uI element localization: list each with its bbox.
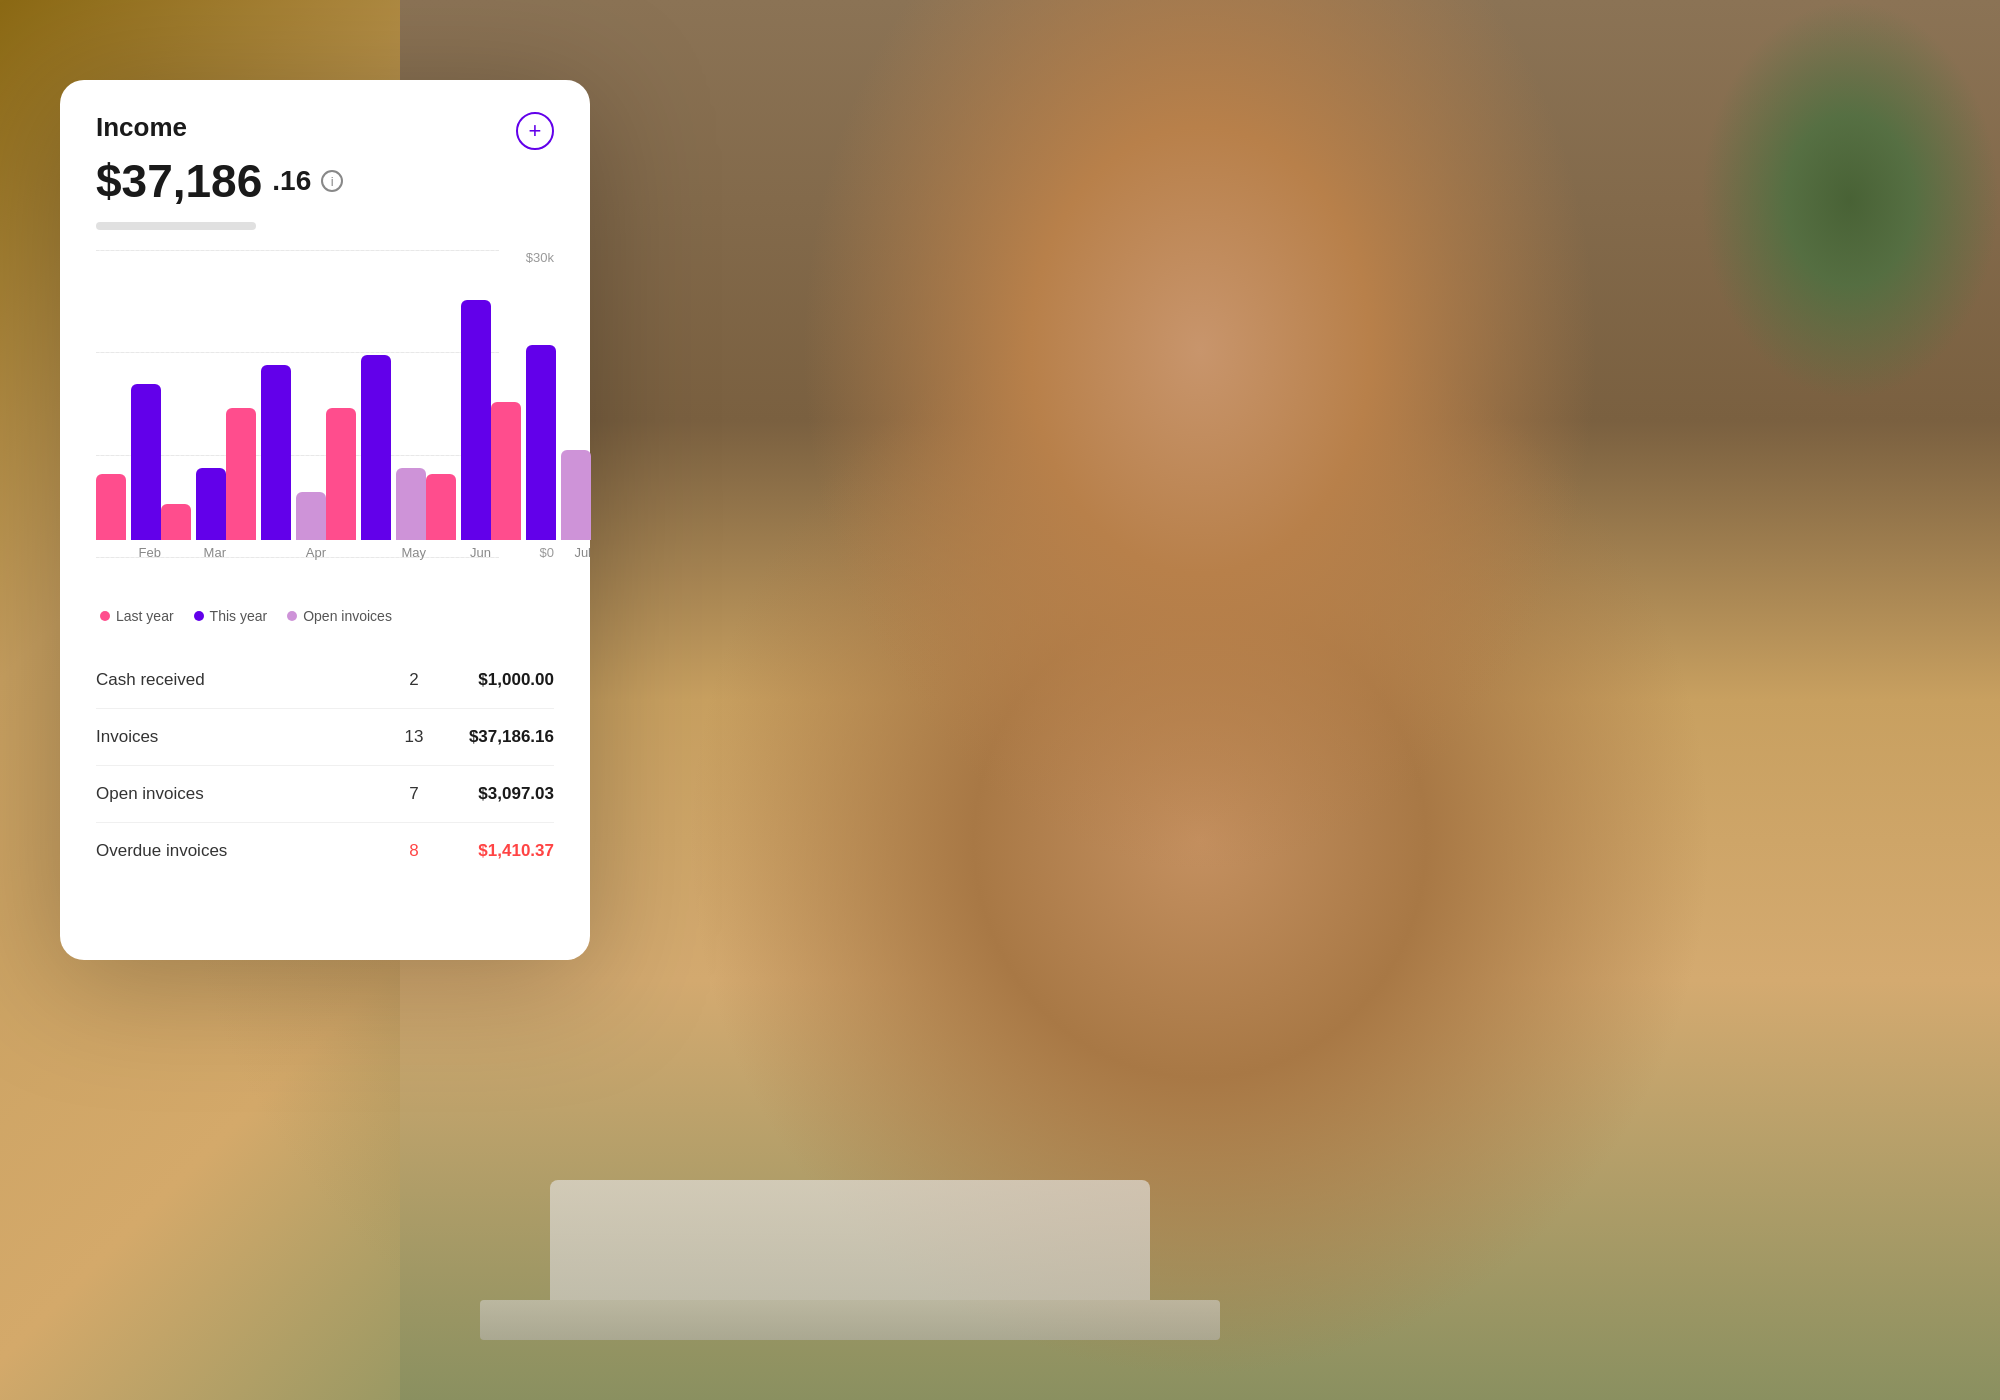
summary-count-overdue: 8 [394, 841, 434, 861]
bar-group-apr: Apr [226, 365, 326, 560]
bar-may-this-year [361, 355, 391, 540]
laptop-base [480, 1300, 1220, 1340]
summary-table: Cash received 2 $1,000.00 Invoices 13 $3… [96, 652, 554, 879]
legend-this-year: This year [194, 608, 268, 624]
card-header: Income + [96, 112, 554, 150]
bars-row: Feb Mar [96, 250, 499, 560]
summary-row-cash[interactable]: Cash received 2 $1,000.00 [96, 652, 554, 709]
x-label-feb: Feb [139, 545, 161, 560]
summary-row-overdue[interactable]: Overdue invoices 8 $1,410.37 [96, 823, 554, 879]
bar-pair-may [326, 355, 426, 540]
bar-mar-this-year [196, 468, 226, 540]
bar-apr-this-year [261, 365, 291, 540]
legend-dot-open-invoices [287, 611, 297, 621]
bar-group-jul: Jul [491, 345, 591, 560]
filter-bar[interactable] [96, 222, 256, 230]
legend-dot-this-year [194, 611, 204, 621]
amount-cents: .16 [272, 167, 311, 195]
bar-mar-last-year [161, 504, 191, 540]
bar-group-feb: Feb [96, 384, 161, 560]
legend-last-year: Last year [100, 608, 174, 624]
bar-group-jun: Jun [426, 300, 491, 560]
legend-label-this-year: This year [210, 608, 268, 624]
legend-dot-last-year [100, 611, 110, 621]
summary-row-invoices[interactable]: Invoices 13 $37,186.16 [96, 709, 554, 766]
bar-group-mar: Mar [161, 468, 226, 560]
summary-amount-invoices: $37,186.16 [434, 727, 554, 747]
bar-pair-feb [96, 384, 161, 540]
summary-label-overdue: Overdue invoices [96, 841, 394, 861]
summary-count-cash: 2 [394, 670, 434, 690]
x-label-may: May [401, 545, 426, 560]
summary-label-cash: Cash received [96, 670, 394, 690]
chart-legend: Last year This year Open invoices [96, 608, 554, 624]
legend-label-open-invoices: Open invoices [303, 608, 392, 624]
bar-feb-last-year [96, 474, 126, 540]
bar-jul-last-year [491, 402, 521, 540]
card-title: Income [96, 112, 187, 143]
legend-label-last-year: Last year [116, 608, 174, 624]
laptop-screen [550, 1180, 1150, 1300]
bar-apr-last-year [226, 408, 256, 540]
bar-jul-this-year [526, 345, 556, 540]
plant-decoration [1700, 0, 2000, 400]
summary-row-open[interactable]: Open invoices 7 $3,097.03 [96, 766, 554, 823]
bar-feb-this-year [131, 384, 161, 540]
bar-may-last-year [326, 408, 356, 540]
y-label-30k: $30k [526, 250, 554, 265]
chart-area: Feb Mar [96, 250, 499, 560]
summary-label-invoices: Invoices [96, 727, 394, 747]
summary-amount-open: $3,097.03 [434, 784, 554, 804]
income-card: Income + $37,186.16 i $30k $20k $10k $0 [60, 80, 590, 960]
x-label-mar: Mar [204, 545, 226, 560]
bar-pair-mar [161, 468, 226, 540]
bar-pair-jun [426, 300, 491, 540]
x-label-jun: Jun [470, 545, 491, 560]
income-card-container: Income + $37,186.16 i $30k $20k $10k $0 [60, 80, 590, 960]
x-label-jul: Jul [574, 545, 591, 560]
legend-open-invoices: Open invoices [287, 608, 392, 624]
info-icon[interactable]: i [321, 170, 343, 192]
summary-label-open: Open invoices [96, 784, 394, 804]
summary-count-open: 7 [394, 784, 434, 804]
bar-group-may: May [326, 355, 426, 560]
bar-may-open [396, 468, 426, 540]
x-label-apr: Apr [306, 545, 326, 560]
bar-apr-open [296, 492, 326, 540]
summary-amount-cash: $1,000.00 [434, 670, 554, 690]
bar-pair-jul [491, 345, 591, 540]
bar-pair-apr [226, 365, 326, 540]
chart-container: $30k $20k $10k $0 [96, 250, 554, 590]
summary-count-invoices: 13 [394, 727, 434, 747]
amount-row: $37,186 .16 i [96, 158, 554, 204]
add-button[interactable]: + [516, 112, 554, 150]
summary-amount-overdue: $1,410.37 [434, 841, 554, 861]
amount-main: $37,186 [96, 158, 262, 204]
bar-jun-last-year [426, 474, 456, 540]
bar-jun-this-year [461, 300, 491, 540]
bar-jul-open [561, 450, 591, 540]
